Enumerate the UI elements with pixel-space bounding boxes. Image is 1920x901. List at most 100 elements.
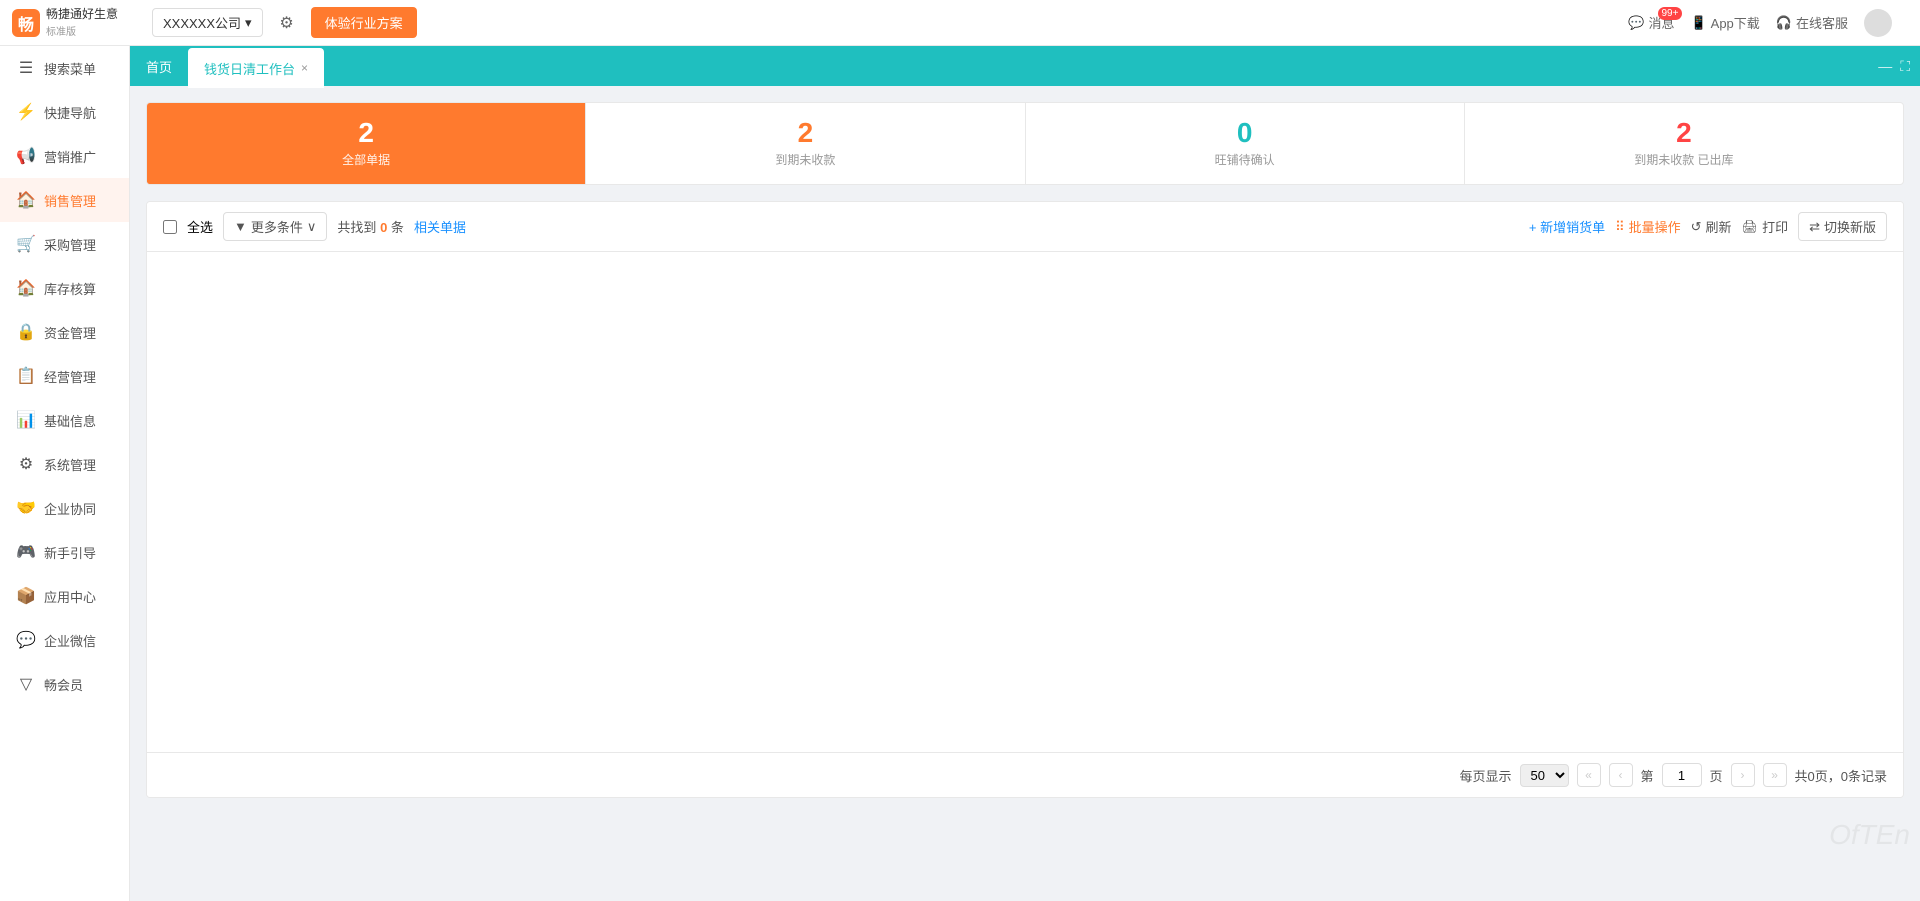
switch-label: 切换新版 — [1824, 217, 1876, 236]
sidebar-item-sales[interactable]: 🏠 销售管理 — [0, 178, 129, 222]
sidebar-item-inventory[interactable]: 🏠 库存核算 — [0, 266, 129, 310]
message-badge: 99+ — [1658, 7, 1683, 20]
sidebar-label-app-center: 应用中心 — [44, 587, 96, 606]
dropdown-icon: ▾ — [245, 15, 252, 31]
wechat-icon: 💬 — [16, 630, 36, 650]
online-service-action[interactable]: 🎧 在线客服 — [1776, 13, 1848, 32]
page-label: 第 — [1641, 766, 1654, 785]
header-right: 💬 消息 99+ 📱 App下载 🎧 在线客服 — [1628, 9, 1908, 37]
found-text: 共找到 0 条 — [337, 217, 404, 236]
app-download-action[interactable]: 📱 App下载 — [1690, 13, 1759, 32]
tab-expand-icon[interactable]: ⛶ — [1900, 58, 1910, 75]
sidebar-label-marketing: 营销推广 — [44, 147, 96, 166]
sidebar-item-system[interactable]: ⚙ 系统管理 — [0, 442, 129, 486]
refresh-label: 刷新 — [1706, 217, 1732, 236]
stat-label-pending: 旺铺待确认 — [1046, 151, 1444, 168]
last-page-btn[interactable]: » — [1763, 763, 1787, 787]
switch-button[interactable]: ⇄ 切换新版 — [1798, 212, 1887, 241]
refresh-button[interactable]: ↺ 刷新 — [1691, 217, 1732, 236]
filter-button[interactable]: ▼ 更多条件 ∨ — [223, 212, 327, 241]
logo-area: 畅 畅捷通好生意 标准版 — [12, 7, 142, 38]
filter-chevron-icon: ∨ — [307, 219, 317, 235]
page-suffix: 页 — [1710, 766, 1723, 785]
sidebar-label-member: 畅会员 — [44, 675, 83, 694]
batch-label: 批量操作 — [1629, 217, 1681, 236]
company-name: XXXXXX公司 — [163, 13, 241, 32]
stat-card-all[interactable]: 2 全部单据 — [147, 103, 586, 184]
operations-icon: 📋 — [16, 366, 36, 386]
sidebar-item-app-center[interactable]: 📦 应用中心 — [0, 574, 129, 618]
member-icon: ▽ — [16, 674, 36, 694]
stat-card-overdue-shipped[interactable]: 2 到期未收款 已出库 — [1465, 103, 1903, 184]
found-unit: 条 — [391, 220, 404, 235]
filter-icon: ▼ — [234, 219, 247, 234]
sidebar-item-marketing[interactable]: 📢 营销推广 — [0, 134, 129, 178]
tab-home[interactable]: 首页 — [130, 46, 188, 86]
tab-close-icon[interactable]: × — [301, 61, 308, 75]
message-icon: 💬 — [1628, 15, 1644, 31]
stat-num-overdue-shipped: 2 — [1485, 119, 1883, 147]
select-all-checkbox[interactable] — [163, 220, 177, 234]
page-input[interactable] — [1662, 763, 1702, 787]
tab-bar: 首页 钱货日清工作台 × — ⛶ — [130, 46, 1920, 86]
sidebar-item-search-menu[interactable]: ☰ 搜索菜单 — [0, 46, 129, 90]
sidebar-label-sales: 销售管理 — [44, 191, 96, 210]
sidebar-label-quick-nav: 快捷导航 — [44, 103, 96, 122]
marketing-icon: 📢 — [16, 146, 36, 166]
content-wrapper: 全选 ▼ 更多条件 ∨ 共找到 0 条 相关单据 + 新增销货单 ⠿ — [146, 201, 1904, 798]
logo-text-group: 畅捷通好生意 标准版 — [46, 7, 118, 38]
top-header: 畅 畅捷通好生意 标准版 XXXXXX公司 ▾ ⚙ 体验行业方案 💬 消息 99… — [0, 0, 1920, 46]
stat-num-pending: 0 — [1046, 119, 1444, 147]
batch-button[interactable]: ⠿ 批量操作 — [1615, 217, 1681, 236]
next-page-btn[interactable]: › — [1731, 763, 1755, 787]
stat-num-all: 2 — [167, 119, 565, 147]
sidebar-item-finance[interactable]: 🔒 资金管理 — [0, 310, 129, 354]
per-page-label: 每页显示 — [1459, 766, 1511, 785]
prev-page-btn[interactable]: ‹ — [1609, 763, 1633, 787]
header-center: XXXXXX公司 ▾ ⚙ 体验行业方案 — [142, 7, 1628, 38]
stat-label-overdue-shipped: 到期未收款 已出库 — [1485, 151, 1883, 168]
sidebar-item-wechat[interactable]: 💬 企业微信 — [0, 618, 129, 662]
filter-label: 更多条件 — [251, 217, 303, 236]
sales-icon: 🏠 — [16, 190, 36, 210]
purchase-icon: 🛒 — [16, 234, 36, 254]
sidebar-item-enterprise[interactable]: 🤝 企业协同 — [0, 486, 129, 530]
add-label: + 新增销货单 — [1529, 217, 1605, 236]
add-button[interactable]: + 新增销货单 — [1529, 217, 1605, 236]
table-area — [147, 252, 1903, 752]
sidebar-item-member[interactable]: ▽ 畅会员 — [0, 662, 129, 706]
main-content: 2 全部单据 2 到期未收款 0 旺铺待确认 2 到期未收款 已出库 全选 ▼ … — [130, 86, 1920, 901]
enterprise-icon: 🤝 — [16, 498, 36, 518]
sidebar-item-quick-nav[interactable]: ⚡ 快捷导航 — [0, 90, 129, 134]
per-page-select[interactable]: 50 — [1520, 764, 1569, 787]
related-link[interactable]: 相关单据 — [414, 217, 466, 236]
experience-btn[interactable]: 体验行业方案 — [311, 7, 417, 38]
stat-label-all: 全部单据 — [167, 151, 565, 168]
online-service-label: 在线客服 — [1796, 13, 1848, 32]
sidebar-item-purchase[interactable]: 🛒 采购管理 — [0, 222, 129, 266]
sidebar-item-guide[interactable]: 🎮 新手引导 — [0, 530, 129, 574]
settings-button[interactable]: ⚙ — [273, 9, 301, 37]
stat-num-overdue: 2 — [606, 119, 1004, 147]
user-avatar[interactable] — [1864, 9, 1892, 37]
sidebar-label-guide: 新手引导 — [44, 543, 96, 562]
lightning-icon: ⚡ — [16, 102, 36, 122]
print-button[interactable]: 🖨 打印 — [1742, 217, 1789, 236]
message-action[interactable]: 💬 消息 99+ — [1628, 13, 1674, 32]
first-page-btn[interactable]: « — [1577, 763, 1601, 787]
tab-cashflow-label: 钱货日清工作台 — [204, 59, 295, 78]
stats-row: 2 全部单据 2 到期未收款 0 旺铺待确认 2 到期未收款 已出库 — [146, 102, 1904, 185]
toolbar-right: + 新增销货单 ⠿ 批量操作 ↺ 刷新 🖨 打印 ⇄ 切换新版 — [1529, 212, 1887, 241]
logo-version: 标准版 — [46, 23, 118, 38]
sidebar-label-purchase: 采购管理 — [44, 235, 96, 254]
tab-cashflow[interactable]: 钱货日清工作台 × — [188, 48, 324, 88]
company-selector[interactable]: XXXXXX公司 ▾ — [152, 8, 263, 37]
stat-card-overdue[interactable]: 2 到期未收款 — [586, 103, 1025, 184]
tab-minimize-icon[interactable]: — — [1878, 58, 1892, 74]
logo-text: 畅捷通好生意 — [46, 7, 118, 23]
app-center-icon: 📦 — [16, 586, 36, 606]
sidebar-label-system: 系统管理 — [44, 455, 96, 474]
sidebar-item-operations[interactable]: 📋 经营管理 — [0, 354, 129, 398]
sidebar-item-basic-info[interactable]: 📊 基础信息 — [0, 398, 129, 442]
stat-card-pending[interactable]: 0 旺铺待确认 — [1026, 103, 1465, 184]
